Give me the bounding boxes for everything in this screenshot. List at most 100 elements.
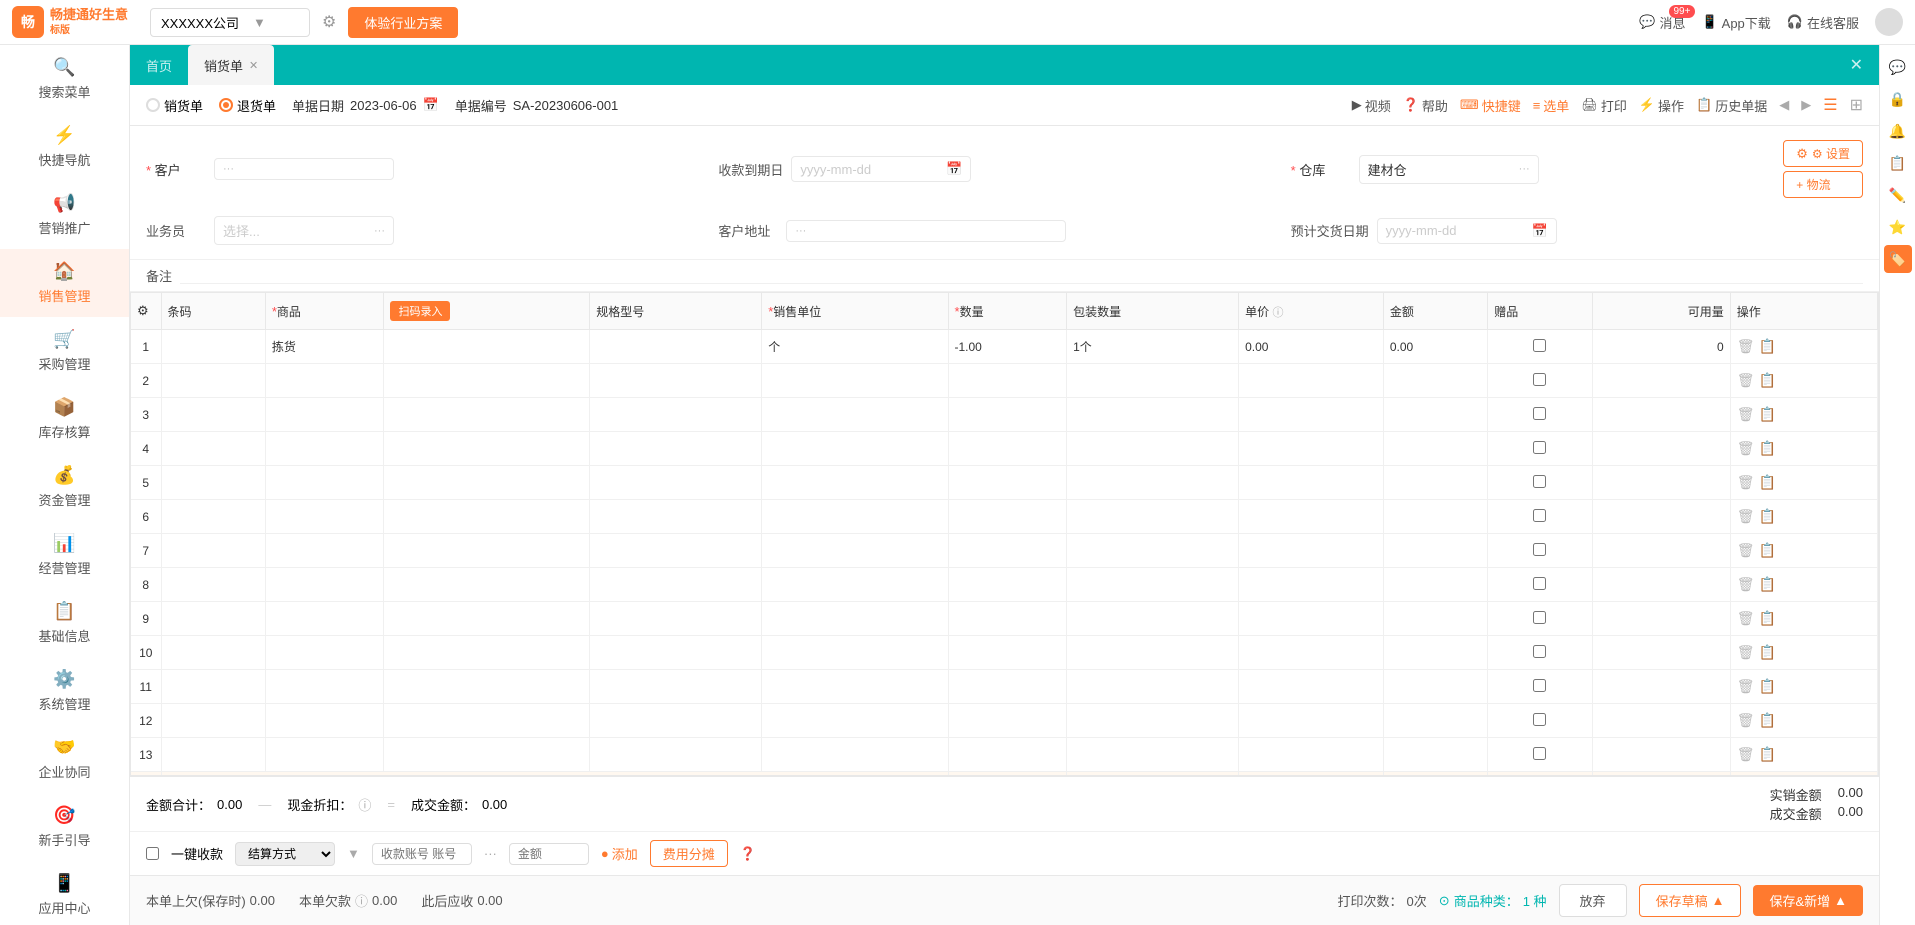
list-view-icon[interactable]: ☰ <box>1823 95 1837 115</box>
delete-icon[interactable]: 🗑 <box>1737 440 1755 457</box>
help-btn[interactable]: ❓帮助 <box>1403 96 1448 115</box>
notes-input[interactable] <box>180 268 1863 284</box>
question-icon-3[interactable]: ❓ <box>740 846 756 862</box>
delete-icon[interactable]: 🗑 <box>1737 610 1755 627</box>
sidebar-item-inventory[interactable]: 📦 库存核算 <box>0 385 129 453</box>
logistics-button[interactable]: + 物流 <box>1783 171 1863 198</box>
copy-icon[interactable]: 📋 <box>1758 610 1775 627</box>
copy-icon[interactable]: 📋 <box>1758 406 1775 423</box>
tab-sales-order[interactable]: 销货单 ✕ <box>188 45 274 85</box>
th-scan[interactable]: 扫码录入 <box>384 293 590 330</box>
cell-gift-1[interactable] <box>1488 330 1592 364</box>
settings-icon[interactable]: ⚙ <box>318 8 340 36</box>
right-panel-tag-icon[interactable]: 🏷️ <box>1884 245 1912 273</box>
sidebar-item-apps[interactable]: 📱 应用中心 <box>0 861 129 925</box>
copy-icon[interactable]: 📋 <box>1758 474 1775 491</box>
number-value[interactable]: SA-20230606-001 <box>513 98 619 113</box>
history-btn[interactable]: 📋历史单据 <box>1696 96 1767 115</box>
copy-icon[interactable]: 📋 <box>1758 712 1775 729</box>
sidebar-item-management[interactable]: 📊 经营管理 <box>0 521 129 589</box>
sidebar-item-quick-nav[interactable]: ⚡ 快捷导航 <box>0 113 129 181</box>
discard-button[interactable]: 放弃 <box>1559 884 1627 917</box>
one-key-pay-checkbox[interactable] <box>146 847 159 860</box>
trial-button[interactable]: 体验行业方案 <box>348 7 458 38</box>
copy-icon[interactable]: 📋 <box>1758 746 1775 763</box>
delete-icon[interactable]: 🗑 <box>1737 746 1755 763</box>
cell-barcode-1[interactable] <box>161 330 265 364</box>
date-value[interactable]: 2023-06-06 <box>350 98 417 113</box>
right-panel-lock-icon[interactable]: 🔒 <box>1884 85 1912 113</box>
copy-icon[interactable]: 📋 <box>1758 678 1775 695</box>
copy-icon[interactable]: 📋 <box>1758 440 1775 457</box>
sidebar-item-sales[interactable]: 🏠 销售管理 <box>0 249 129 317</box>
copy-icon[interactable]: 📋 <box>1758 542 1775 559</box>
avatar[interactable] <box>1875 8 1903 36</box>
print-btn[interactable]: 🖨打印 <box>1581 96 1627 115</box>
app-download-button[interactable]: 📱 App下载 <box>1701 13 1770 32</box>
right-panel-edit-icon[interactable]: ✏️ <box>1884 181 1912 209</box>
sidebar-item-basic-info[interactable]: 📋 基础信息 <box>0 589 129 657</box>
product-type[interactable]: ⊙ 商品种类： 1 种 <box>1439 891 1547 910</box>
cell-amount-1[interactable]: 0.00 <box>1383 330 1487 364</box>
video-btn[interactable]: ▶视频 <box>1352 96 1391 115</box>
sidebar-item-purchase[interactable]: 🛒 采购管理 <box>0 317 129 385</box>
online-service-button[interactable]: 🎧 在线客服 <box>1787 13 1859 32</box>
customer-addr-input[interactable]: ··· <box>786 220 1066 242</box>
grid-view-icon[interactable]: ⊞ <box>1850 95 1863 115</box>
company-selector[interactable]: XXXXXX公司 ▼ <box>150 8 310 37</box>
right-panel-copy-icon[interactable]: 📋 <box>1884 149 1912 177</box>
dots-icon[interactable]: ··· <box>484 846 497 861</box>
delete-icon[interactable]: 🗑 <box>1737 508 1755 525</box>
settings-button[interactable]: ⚙ ⚙ 设置 <box>1783 140 1863 167</box>
copy-icon[interactable]: 📋 <box>1758 372 1775 389</box>
save-new-button[interactable]: 保存&新增 ▲ <box>1753 885 1863 916</box>
salesman-input[interactable]: 选择... ··· <box>214 216 394 245</box>
delete-icon[interactable]: 🗑 <box>1737 372 1755 389</box>
expected-date-input[interactable]: yyyy-mm-dd 📅 <box>1377 218 1557 244</box>
amount-input[interactable] <box>509 843 589 865</box>
delete-icon[interactable]: 🗑 <box>1737 576 1755 593</box>
delete-icon[interactable]: 🗑 <box>1737 712 1755 729</box>
operations-btn[interactable]: ⚡操作 <box>1639 96 1684 115</box>
warehouse-input[interactable]: 建材仓 ··· <box>1359 155 1539 184</box>
sidebar-item-collab[interactable]: 🤝 企业协同 <box>0 725 129 793</box>
expense-split-button[interactable]: 费用分摊 <box>650 840 728 867</box>
shortcut-btn[interactable]: ⌨快捷键 <box>1460 96 1521 115</box>
radio-return-order[interactable]: 退货单 <box>219 96 276 115</box>
calc-method-select[interactable]: 结算方式 <box>235 842 335 866</box>
question-icon-2[interactable]: ⓘ <box>358 795 371 814</box>
th-settings[interactable]: ⚙ <box>131 293 161 330</box>
copy-icon-1[interactable]: 📋 <box>1758 338 1775 355</box>
sidebar-item-finance[interactable]: 💰 资金管理 <box>0 453 129 521</box>
cell-pack-1[interactable]: 1个 <box>1067 330 1239 364</box>
copy-icon[interactable]: 📋 <box>1758 644 1775 661</box>
copy-icon[interactable]: 📋 <box>1758 576 1775 593</box>
cell-spec-1[interactable] <box>590 330 762 364</box>
delete-icon[interactable]: 🗑 <box>1737 474 1755 491</box>
tab-home[interactable]: 首页 <box>130 45 188 85</box>
cell-price-1[interactable]: 0.00 <box>1239 330 1384 364</box>
payment-date-input[interactable]: yyyy-mm-dd 📅 <box>791 156 971 182</box>
tab-close-all-button[interactable]: ✕ <box>1834 47 1879 83</box>
cell-qty-1[interactable]: -1.00 <box>948 330 1067 364</box>
add-payment-button[interactable]: ● 添加 <box>601 844 638 863</box>
sidebar-item-guide[interactable]: 🎯 新手引导 <box>0 793 129 861</box>
account-input[interactable] <box>372 843 472 865</box>
sidebar-item-marketing[interactable]: 📢 营销推广 <box>0 181 129 249</box>
delete-icon[interactable]: 🗑 <box>1737 542 1755 559</box>
gear-icon-th[interactable]: ⚙ <box>137 303 149 318</box>
table-container[interactable]: ⚙ 条码 *商品 扫码录入 规格型号 *销售单位 *数量 包装数量 单价 ⓘ 金… <box>130 292 1879 776</box>
delete-icon-1[interactable]: 🗑 <box>1737 338 1755 355</box>
prev-icon[interactable]: ◀ <box>1779 97 1789 113</box>
customer-input[interactable]: ··· <box>214 158 394 180</box>
radio-sales-order[interactable]: 销货单 <box>146 96 203 115</box>
copy-icon[interactable]: 📋 <box>1758 508 1775 525</box>
sidebar-item-search[interactable]: 🔍 搜索菜单 <box>0 45 129 113</box>
select-order-btn[interactable]: ≡选单 <box>1533 96 1570 115</box>
message-button[interactable]: 💬 消息 99+ <box>1639 13 1685 32</box>
question-icon-4[interactable]: ⓘ <box>355 891 368 910</box>
next-icon[interactable]: ▶ <box>1801 97 1811 113</box>
scan-button[interactable]: 扫码录入 <box>390 301 450 321</box>
save-draft-button[interactable]: 保存草稿 ▲ <box>1639 884 1742 917</box>
cell-product-1[interactable]: 拣货 <box>265 330 384 364</box>
